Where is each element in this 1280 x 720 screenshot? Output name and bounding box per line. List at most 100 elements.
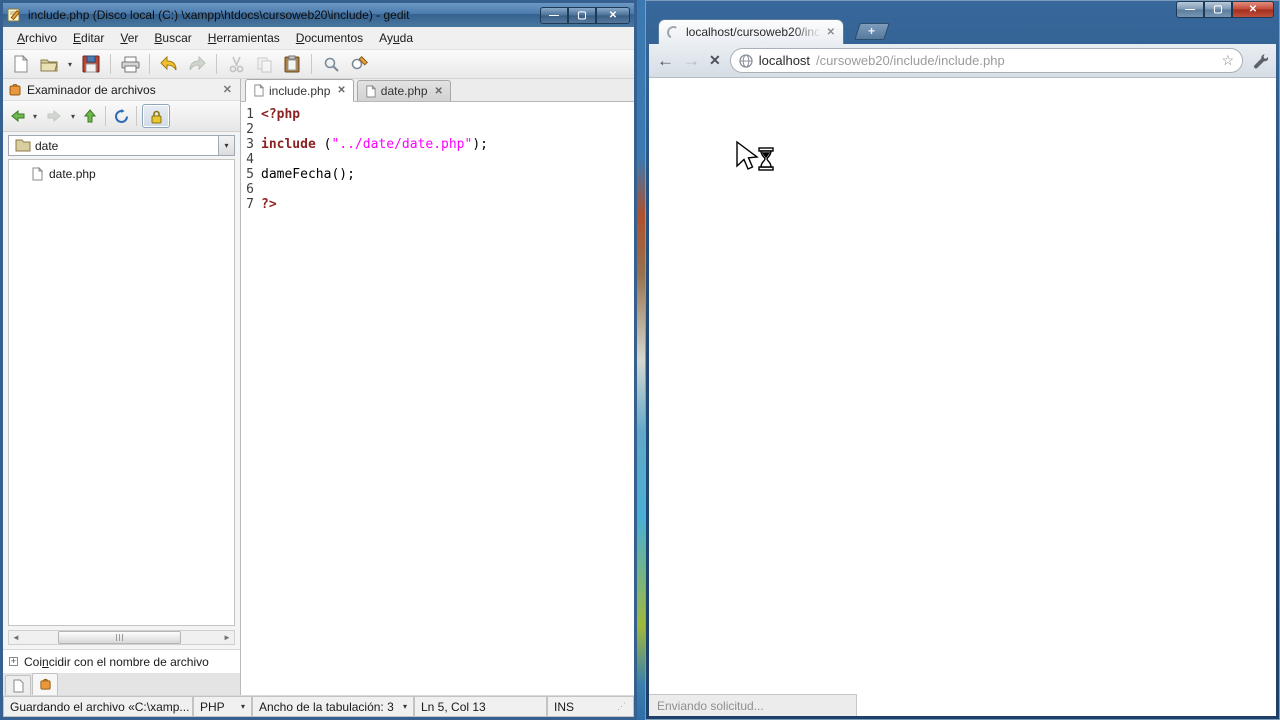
fb-back-dropdown-arrow[interactable]: ▾ — [30, 112, 40, 121]
gedit-window: include.php (Disco local (C:) \xampp\htd… — [0, 0, 637, 720]
cut-button[interactable] — [224, 52, 248, 76]
search-replace-button[interactable] — [347, 52, 371, 76]
code-line: 2 — [241, 122, 634, 137]
url-host: localhost — [758, 53, 811, 68]
save-button[interactable] — [79, 52, 103, 76]
documents-panel-tab[interactable] — [5, 675, 31, 695]
fb-location-value: date — [35, 138, 59, 153]
toolbar-separator — [149, 54, 150, 74]
editor-tab-bar: include.php ✕ date.php ✕ — [241, 79, 634, 102]
scroll-left-icon[interactable]: ◄ — [9, 633, 23, 642]
scrollbar-track[interactable] — [23, 631, 220, 644]
menu-item-ayuda[interactable]: Ayuda — [371, 28, 421, 48]
chrome-close-button[interactable]: ✕ — [1232, 1, 1274, 18]
undo-button[interactable] — [157, 52, 181, 76]
print-button[interactable] — [118, 52, 142, 76]
file-browser-title: Examinador de archivos — [27, 82, 156, 97]
address-bar[interactable]: localhost/cursoweb20/include/include.php… — [729, 48, 1243, 73]
panel-close-icon[interactable]: ✕ — [220, 83, 235, 96]
open-file-button[interactable] — [37, 52, 61, 76]
chrome-minimize-button[interactable]: — — [1176, 1, 1204, 18]
menu-item-archivo[interactable]: Archivo — [9, 28, 65, 48]
toolbar-separator — [216, 54, 217, 74]
tab-close-icon[interactable]: ✕ — [827, 27, 835, 38]
chrome-titlebar[interactable]: — ▢ ✕ localhost/cursoweb20/inclu ✕ + — [645, 0, 1280, 44]
page-content[interactable]: Enviando solicitud... — [649, 78, 1276, 716]
fb-match-filename-label: Coincidir con el nombre de archivo — [24, 654, 209, 669]
fb-match-filename-row[interactable]: + Coincidir con el nombre de archivo — [3, 649, 240, 673]
paste-button[interactable] — [280, 52, 304, 76]
toolbar-separator — [311, 54, 312, 74]
gedit-app-icon — [7, 7, 23, 23]
language-selector[interactable]: PHP ▾ — [193, 696, 252, 717]
editor-tab-date.php[interactable]: date.php ✕ — [356, 80, 451, 101]
tab-close-icon[interactable]: ✕ — [335, 85, 345, 96]
cursor-position: Ln 5, Col 13 — [414, 696, 547, 717]
dropdown-icon: ▾ — [240, 702, 245, 711]
fb-up-button[interactable] — [80, 104, 100, 128]
scroll-right-icon[interactable]: ► — [220, 633, 234, 642]
new-document-button[interactable] — [9, 52, 33, 76]
file-name: date.php — [49, 167, 96, 181]
fb-refresh-button[interactable] — [111, 104, 131, 128]
code-line: 4 — [241, 152, 634, 167]
stop-button[interactable]: ✕ — [709, 52, 721, 69]
resize-grip-icon[interactable]: ⋰ — [617, 701, 627, 712]
gedit-titlebar[interactable]: include.php (Disco local (C:) \xampp\htd… — [3, 3, 634, 27]
menu-item-documentos[interactable]: Documentos — [288, 28, 371, 48]
gedit-minimize-button[interactable]: — — [540, 6, 568, 24]
gedit-maximize-button[interactable]: ▢ — [568, 6, 596, 24]
gedit-window-title: include.php (Disco local (C:) \xampp\htd… — [28, 8, 410, 22]
tab-close-icon[interactable]: ✕ — [433, 86, 443, 97]
bookmark-star-icon[interactable]: ☆ — [1221, 52, 1234, 69]
menu-bar: Archivo Editar Ver Buscar Herramientas Docume… — [3, 27, 634, 50]
scrollbar-thumb[interactable] — [58, 631, 181, 644]
toolbar-separator — [110, 54, 111, 74]
code-line: 3 include ("../date/date.php"); — [241, 137, 634, 152]
file-list-item[interactable]: date.php — [9, 164, 234, 184]
chrome-maximize-button[interactable]: ▢ — [1204, 1, 1232, 18]
menu-item-editar[interactable]: Editar — [65, 28, 112, 48]
tab-title: localhost/cursoweb20/inclu — [686, 25, 821, 39]
search-button[interactable] — [319, 52, 343, 76]
menu-item-herramientas[interactable]: Herramientas — [200, 28, 288, 48]
wrench-menu-icon[interactable] — [1252, 53, 1268, 69]
file-browser-panel: Examinador de archivos ✕ ▾ ▾ date ▾ date… — [3, 79, 241, 695]
editor-tab-include.php[interactable]: include.php ✕ — [245, 79, 354, 102]
file-icon — [254, 84, 264, 97]
fb-forward-button[interactable] — [42, 104, 66, 128]
file-browser-panel-tab[interactable] — [32, 673, 58, 695]
file-icon — [366, 84, 376, 97]
new-tab-button[interactable]: + — [854, 23, 890, 40]
menu-item-ver[interactable]: Ver — [112, 28, 146, 48]
file-icon — [32, 167, 43, 181]
forward-button[interactable]: → — [683, 52, 700, 69]
code-line: 1 <?php — [241, 107, 634, 122]
fb-forward-dropdown-arrow[interactable]: ▾ — [68, 112, 78, 121]
code-view[interactable]: 1 <?php 2 3 include ("../date/date.php"); 4 5 d… — [241, 102, 634, 695]
redo-button[interactable] — [185, 52, 209, 76]
dropdown-icon: ▾ — [402, 702, 407, 711]
browser-tab[interactable]: localhost/cursoweb20/inclu ✕ — [658, 19, 844, 44]
gedit-close-button[interactable]: ✕ — [596, 6, 630, 24]
tab-label: include.php — [269, 83, 331, 98]
browser-status-bubble: Enviando solicitud... — [649, 694, 857, 716]
copy-button[interactable] — [252, 52, 276, 76]
status-message: Guardando el archivo «C:\xamp... — [3, 696, 193, 717]
tab-width-selector[interactable]: Ancho de la tabulación: 3 ▾ — [252, 696, 414, 717]
line-number: 4 — [246, 152, 254, 167]
open-dropdown-arrow[interactable]: ▾ — [65, 60, 75, 69]
fb-location-dropdown[interactable]: ▾ — [218, 135, 235, 156]
fb-back-button[interactable] — [8, 104, 28, 128]
fb-horizontal-scrollbar[interactable]: ◄ ► — [8, 630, 235, 645]
line-number: 5 — [246, 167, 254, 182]
line-number: 2 — [246, 122, 254, 137]
menu-item-buscar[interactable]: Buscar — [146, 28, 199, 48]
fb-bookmark-lock-button[interactable] — [142, 104, 170, 128]
tab-label: date.php — [380, 84, 428, 98]
expander-icon[interactable]: + — [9, 657, 18, 666]
line-number: 1 — [246, 107, 254, 122]
fb-location-combo[interactable]: date — [8, 135, 218, 156]
back-button[interactable]: ← — [657, 52, 674, 69]
code-line: 7 ?> — [241, 197, 634, 212]
